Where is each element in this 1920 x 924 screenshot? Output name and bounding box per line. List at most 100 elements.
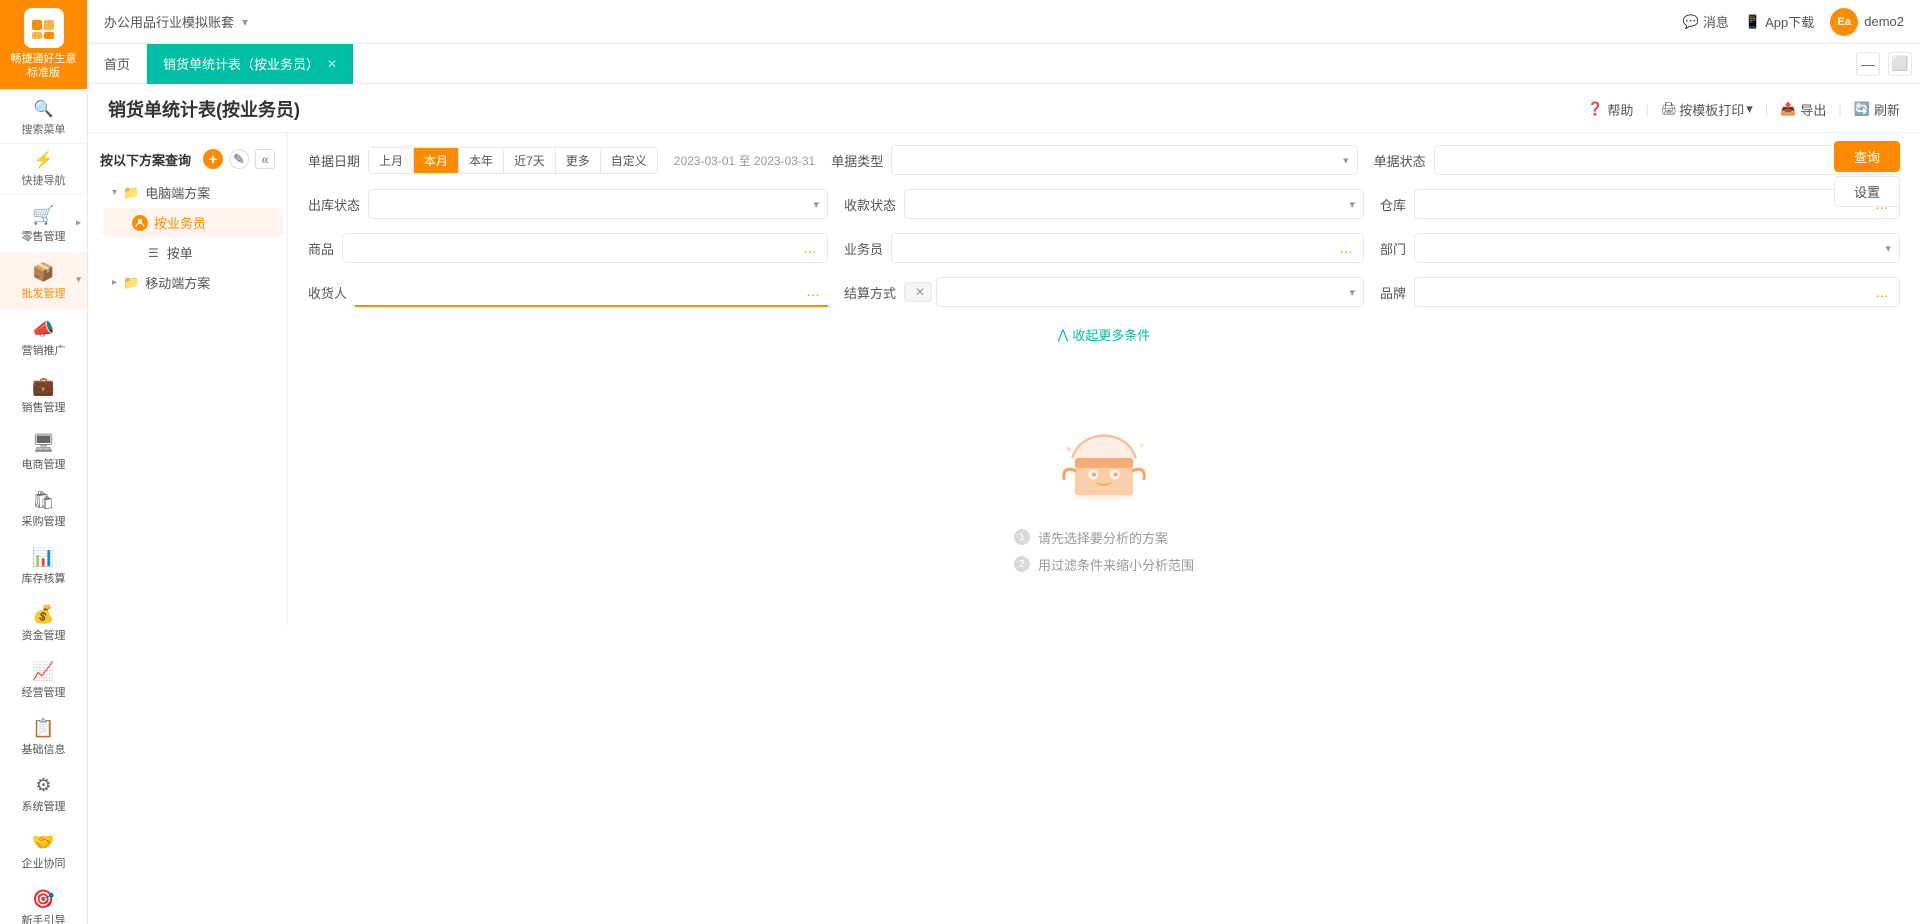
doc-type-arrow-icon: ▾: [1343, 154, 1349, 167]
date-btn-this-month[interactable]: 本月: [414, 148, 459, 173]
salesperson-select[interactable]: …: [891, 233, 1364, 263]
minimize-icon: —: [1861, 56, 1875, 72]
divider-2: |: [1765, 102, 1768, 117]
warehouse-label: 仓库: [1380, 195, 1406, 214]
tree-mobile[interactable]: ▸ 📁 移动端方案: [104, 268, 283, 297]
tab-sales-stat[interactable]: 销货单统计表（按业务员） ✕: [147, 44, 354, 84]
print-btn[interactable]: 🖨 按模板打印 ▾: [1661, 100, 1753, 119]
sidebar-item-base[interactable]: 📋 基础信息: [0, 708, 87, 765]
print-arrow-icon: ▾: [1746, 101, 1753, 117]
doc-type-label: 单据类型: [831, 151, 883, 170]
sidebar-item-enterprise[interactable]: 🤝 企业协同: [0, 822, 87, 879]
sidebar-item-operation[interactable]: 📈 经营管理: [0, 651, 87, 708]
sidebar-item-purchase[interactable]: 🛍 采购管理: [0, 480, 87, 537]
filter-doc-type: 单据类型 ▾: [831, 145, 1357, 175]
collapse-btn[interactable]: ⋀ 收起更多条件: [1046, 321, 1163, 348]
filter-area: 单据日期 上月 本月 本年 近7天 更多 自定义 2023-03-01 至 20…: [288, 133, 1920, 626]
panel-collapse-btn[interactable]: «: [255, 149, 275, 169]
doc-type-select[interactable]: ▾: [891, 145, 1357, 175]
empty-tip-1: 1 请先选择要分析的方案: [1014, 528, 1194, 547]
sidebar-item-marketing[interactable]: 📣 营销推广: [0, 309, 87, 366]
dept-control: ▾: [1414, 233, 1900, 263]
panel-edit-btn[interactable]: ✎: [229, 149, 249, 169]
settle-select[interactable]: ▾: [936, 277, 1364, 307]
sidebar-search[interactable]: 🔍 搜索菜单: [0, 89, 87, 144]
logo-text: 畅捷通好生意 标准版: [4, 52, 83, 81]
sidebar-item-ecommerce[interactable]: 🖥 电商管理: [0, 423, 87, 480]
filter-dept: 部门 ▾: [1380, 233, 1900, 263]
marketing-label: 营销推广: [22, 342, 66, 358]
brand-select[interactable]: …: [1414, 277, 1900, 307]
out-status-select[interactable]: ▾: [368, 189, 828, 219]
query-btn[interactable]: 查询: [1834, 141, 1900, 172]
tabs-bar: 首页 销货单统计表（按业务员） ✕ — ⬜: [88, 44, 1920, 84]
warehouse-select[interactable]: …: [1414, 189, 1900, 219]
date-btn-more[interactable]: 更多: [556, 148, 601, 173]
sidebar-item-guide[interactable]: 🎯 新手引导: [0, 879, 87, 924]
page-title: 销货单统计表(按业务员): [108, 96, 300, 122]
empty-icon: [1054, 412, 1154, 512]
sidebar-item-retail[interactable]: 🛒 零售管理 ▸: [0, 195, 87, 252]
action-btns: 查询 设置: [1834, 133, 1900, 207]
content-area: 按以下方案查询 + ✎ « ▾ 📁 电脑端方案: [88, 133, 1920, 626]
tip-2-num: 2: [1014, 556, 1030, 572]
app-download-btn[interactable]: 📱 App下载: [1745, 12, 1814, 31]
tab-maximize-btn[interactable]: ⬜: [1888, 52, 1912, 76]
date-btn-this-year[interactable]: 本年: [459, 148, 504, 173]
filter-row-4: 收货人 … 结算方式: [308, 277, 1900, 307]
guide-label: 新手引导: [22, 912, 66, 924]
logo-area[interactable]: 畅捷通好生意 标准版: [0, 0, 87, 89]
marketing-icon: 📣: [32, 319, 54, 340]
user-profile-btn[interactable]: Ea demo2: [1830, 8, 1904, 36]
tree-salesperson[interactable]: 按业务员: [104, 208, 283, 237]
filter-consignee: 收货人 …: [308, 277, 828, 307]
help-label: 帮助: [1607, 100, 1633, 119]
tab-home-label: 首页: [104, 54, 130, 73]
sidebar-item-system[interactable]: ⚙ 系统管理: [0, 765, 87, 822]
settle-label: 结算方式: [844, 283, 896, 302]
settings-btn[interactable]: 设置: [1834, 176, 1900, 207]
system-icon: ⚙: [35, 775, 51, 796]
panel-add-btn[interactable]: +: [203, 149, 223, 169]
filter-row-1: 单据日期 上月 本月 本年 近7天 更多 自定义 2023-03-01 至 20…: [308, 145, 1900, 175]
tree-mobile-folder-icon: 📁: [123, 275, 139, 291]
sidebar-item-wholesale[interactable]: 📦 批发管理 ▾: [0, 252, 87, 309]
app-download-label: App下载: [1765, 12, 1814, 31]
breadcrumb-dropdown-icon[interactable]: ▾: [242, 15, 248, 29]
settle-tag-close-icon[interactable]: ✕: [915, 285, 925, 299]
sidebar-item-sales[interactable]: 💼 销售管理: [0, 366, 87, 423]
goods-dots-icon: …: [803, 240, 819, 256]
refresh-btn[interactable]: 🔄 刷新: [1854, 100, 1900, 119]
tree-desktop-label: 电脑端方案: [145, 183, 210, 202]
tree-desktop[interactable]: ▾ 📁 电脑端方案: [104, 178, 283, 207]
sidebar-item-inventory[interactable]: 📊 库存核算: [0, 537, 87, 594]
sidebar-menu: 🛒 零售管理 ▸ 📦 批发管理 ▾ 📣 营销推广 💼 销售管理 🖥 电商管理 🛍…: [0, 195, 87, 924]
retail-label: 零售管理: [22, 228, 66, 244]
goods-select[interactable]: …: [342, 233, 828, 263]
date-btn-custom[interactable]: 自定义: [601, 148, 657, 173]
payment-status-select[interactable]: ▾: [904, 189, 1364, 219]
filter-brand: 品牌 …: [1380, 277, 1900, 307]
wholesale-icon: 📦: [32, 262, 54, 283]
date-btn-last-month[interactable]: 上月: [369, 148, 414, 173]
tab-home[interactable]: 首页: [88, 44, 147, 84]
dept-select[interactable]: ▾: [1414, 233, 1900, 263]
export-btn[interactable]: 📤 导出: [1780, 100, 1826, 119]
settle-tag: ✕: [904, 282, 932, 302]
doc-status-select[interactable]: ▾: [1434, 145, 1900, 175]
date-btn-7days[interactable]: 近7天: [504, 148, 556, 173]
tree-by-order[interactable]: ☰ 按单: [104, 238, 283, 267]
tab-minimize-btn[interactable]: —: [1856, 52, 1880, 76]
sales-icon: 💼: [32, 376, 54, 397]
consignee-input[interactable]: …: [355, 277, 828, 307]
tab-close-icon[interactable]: ✕: [327, 57, 337, 71]
top-header: 办公用品行业模拟账套 ▾ 💬 消息 📱 App下载 Ea demo2: [88, 0, 1920, 44]
maximize-icon: ⬜: [1891, 55, 1908, 72]
out-status-control: ▾: [368, 189, 828, 219]
help-btn[interactable]: ❓ 帮助: [1587, 100, 1633, 119]
sidebar-shortcut[interactable]: ⚡ 快捷导航: [0, 144, 87, 195]
search-icon: 🔍: [34, 99, 54, 119]
tip-1-text: 请先选择要分析的方案: [1038, 528, 1168, 547]
sidebar-item-finance[interactable]: 💰 资金管理: [0, 594, 87, 651]
message-btn[interactable]: 💬 消息: [1683, 12, 1729, 31]
